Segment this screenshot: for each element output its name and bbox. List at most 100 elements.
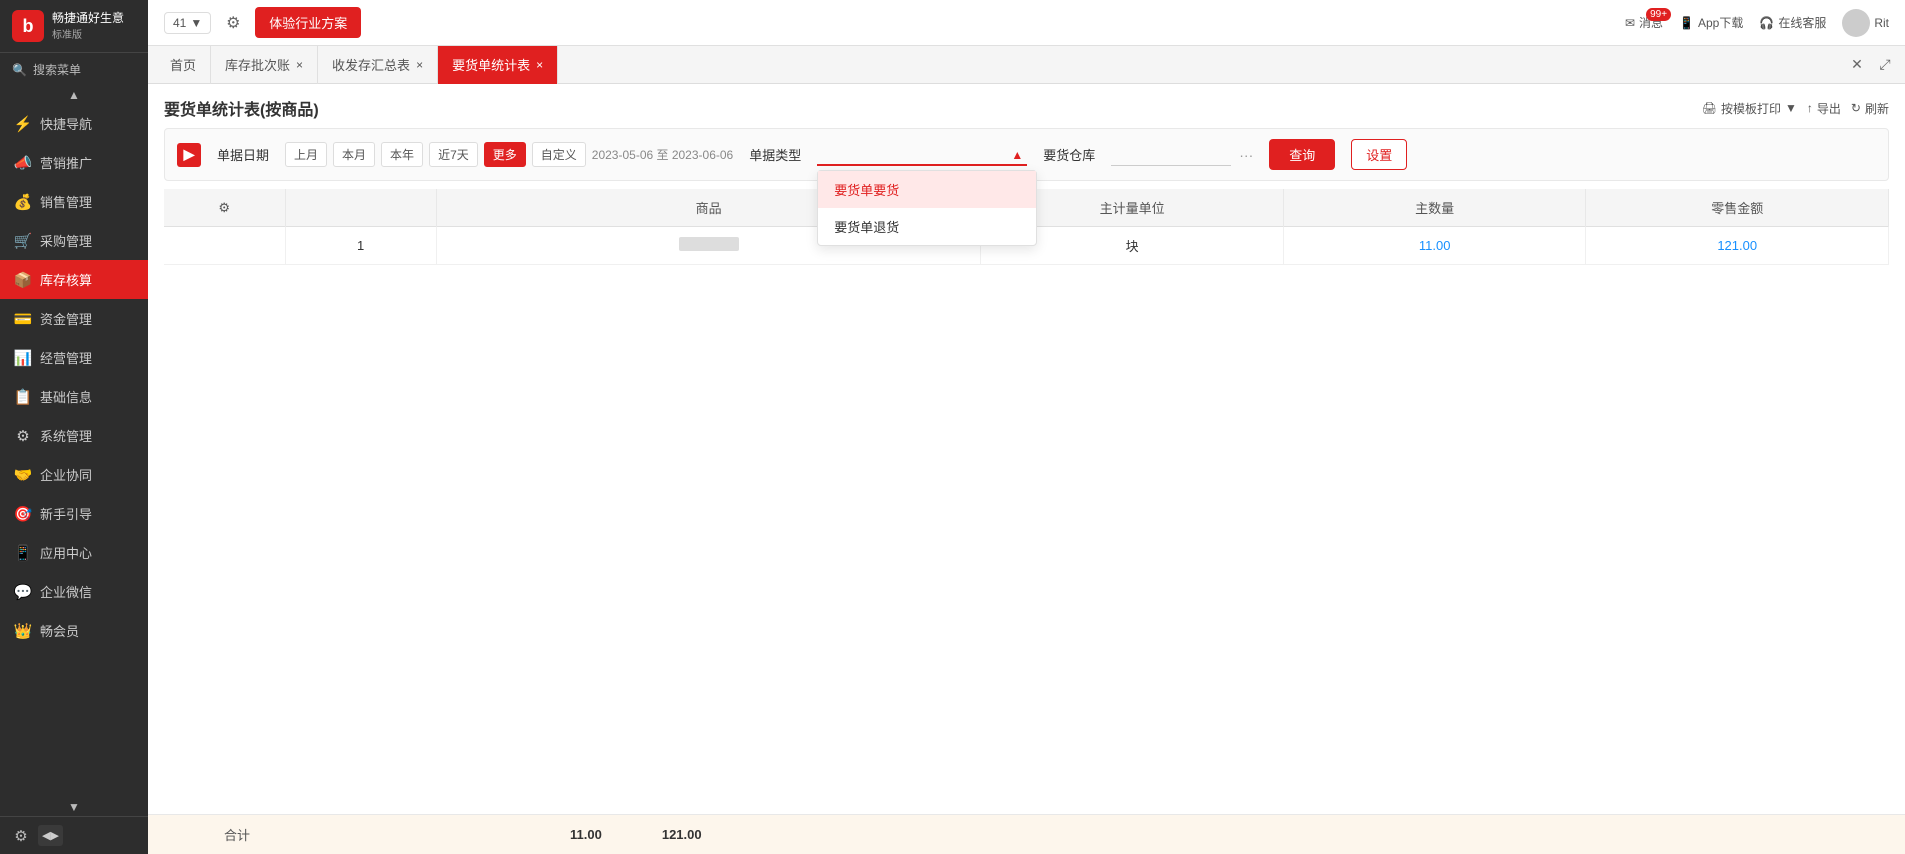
tab-order-summary[interactable]: 要货单统计表 ×: [438, 46, 558, 84]
tab-close-all-btn[interactable]: ✕: [1845, 53, 1869, 77]
print-template-btn[interactable]: 🖨 按模板打印 ▼: [1702, 100, 1797, 117]
sidebar-item-label: 企业微信: [40, 582, 92, 601]
sidebar-item-marketing[interactable]: 📣 营销推广: [0, 143, 148, 182]
user-avatar-action[interactable]: Rit: [1842, 9, 1889, 37]
tab-inventory-batch[interactable]: 库存批次账 ×: [211, 46, 318, 84]
sidebar-item-label: 经营管理: [40, 348, 92, 367]
type-filter-section: ▲ 要货单要货 要货单退货: [817, 143, 1027, 166]
message-icon: ✉: [1625, 16, 1635, 30]
sidebar-search[interactable]: 🔍 搜索菜单: [0, 53, 148, 86]
tab-inventory-batch-label: 库存批次账: [225, 55, 290, 74]
company-name: 41: [173, 16, 186, 30]
td-quantity[interactable]: 11.00: [1283, 227, 1586, 265]
sidebar-item-label: 企业协同: [40, 465, 92, 484]
operations-icon: 📊: [14, 349, 32, 367]
dropdown-item-order-goods[interactable]: 要货单要货: [818, 171, 1036, 208]
this-month-btn[interactable]: 本月: [333, 142, 375, 167]
sidebar-item-basic[interactable]: 📋 基础信息: [0, 377, 148, 416]
sidebar-item-inventory[interactable]: 📦 库存核算: [0, 260, 148, 299]
tab-receivable-summary[interactable]: 收发存汇总表 ×: [318, 46, 438, 84]
purchase-icon: 🛒: [14, 232, 32, 250]
td-settings: [164, 227, 285, 265]
collapse-icon: ◀▶: [42, 829, 59, 842]
sidebar-item-label: 系统管理: [40, 426, 92, 445]
filter-expand-btn[interactable]: ▶: [177, 143, 201, 167]
topbar: 41 ▼ ⚙ 体验行业方案 ✉ 消息 99+ 📱 App下载 🎧 在线客服 R: [148, 0, 1905, 46]
sidebar-item-operations[interactable]: 📊 经营管理: [0, 338, 148, 377]
page-actions: 🖨 按模板打印 ▼ ↑ 导出 ↻ 刷新: [1702, 100, 1889, 117]
sidebar-item-quick-nav[interactable]: ⚡ 快捷导航: [0, 104, 148, 143]
sidebar-item-label: 快捷导航: [40, 114, 92, 133]
export-btn[interactable]: ↑ 导出: [1807, 100, 1841, 117]
query-btn[interactable]: 查询: [1269, 139, 1335, 170]
th-settings[interactable]: ⚙: [164, 189, 285, 227]
sidebar-item-cooperation[interactable]: 🤝 企业协同: [0, 455, 148, 494]
chevron-up-icon: ▲: [68, 88, 80, 102]
tab-home[interactable]: 首页: [156, 46, 211, 84]
sidebar-scroll-up[interactable]: ▲: [0, 86, 148, 104]
filter-row: ▶ 单据日期 上月 本月 本年 近7天 更多 自定义 2023-05-06 至 …: [177, 139, 1876, 170]
th-quantity: 主数量: [1283, 189, 1586, 227]
sidebar-item-member[interactable]: 👑 畅会员: [0, 611, 148, 650]
sidebar-item-label: 库存核算: [40, 270, 92, 289]
sidebar-item-wechat[interactable]: 💬 企业微信: [0, 572, 148, 611]
date-group: 上月 本月 本年 近7天 更多 自定义 2023-05-06 至 2023-06…: [285, 142, 733, 167]
online-service-action[interactable]: 🎧 在线客服: [1759, 14, 1826, 31]
member-icon: 👑: [14, 622, 32, 640]
sidebar-item-appstore[interactable]: 📱 应用中心: [0, 533, 148, 572]
dropdown-item-order-return[interactable]: 要货单退货: [818, 208, 1036, 245]
warehouse-ellipsis-btn[interactable]: ···: [1239, 147, 1253, 163]
online-service-label: 在线客服: [1778, 14, 1826, 31]
messages-action[interactable]: ✉ 消息 99+: [1625, 14, 1663, 31]
tab-order-summary-close[interactable]: ×: [536, 58, 543, 72]
last-7-days-btn[interactable]: 近7天: [429, 142, 478, 167]
sidebar-item-purchase[interactable]: 🛒 采购管理: [0, 221, 148, 260]
warehouse-filter-label: 要货仓库: [1043, 145, 1095, 164]
tab-inventory-batch-close[interactable]: ×: [296, 58, 303, 72]
sidebar-collapse-btn[interactable]: ◀▶: [38, 825, 63, 846]
basic-icon: 📋: [14, 388, 32, 406]
logo-sub: 标准版: [52, 26, 124, 41]
this-year-btn[interactable]: 本年: [381, 142, 423, 167]
warehouse-group: ···: [1111, 144, 1253, 166]
td-amount[interactable]: 121.00: [1586, 227, 1889, 265]
sidebar-scroll-down[interactable]: ▼: [0, 798, 148, 816]
refresh-icon: ↻: [1851, 101, 1861, 115]
custom-date-btn[interactable]: 自定义: [532, 142, 586, 167]
sidebar-logo: b 畅捷通好生意 标准版: [0, 0, 148, 53]
settings-btn[interactable]: 设置: [1351, 139, 1407, 170]
warehouse-input[interactable]: [1111, 144, 1231, 166]
more-btn[interactable]: 更多: [484, 142, 526, 167]
trial-btn[interactable]: 体验行业方案: [255, 7, 361, 38]
sales-icon: 💰: [14, 193, 32, 211]
summary-row: 合计 11.00 121.00: [148, 814, 1905, 854]
type-input-container: ▲: [817, 143, 1027, 166]
type-dropdown-arrow[interactable]: ▲: [1011, 148, 1023, 162]
sidebar-item-guide[interactable]: 🎯 新手引导: [0, 494, 148, 533]
logo-icon: b: [12, 10, 44, 42]
topbar-settings-icon[interactable]: ⚙: [219, 9, 247, 37]
topbar-right: ✉ 消息 99+ 📱 App下载 🎧 在线客服 Rit: [1625, 9, 1889, 37]
sidebar-item-system[interactable]: ⚙ 系统管理: [0, 416, 148, 455]
finance-icon: 💳: [14, 310, 32, 328]
summary-amount: 121.00: [662, 827, 702, 842]
company-selector-arrow: ▼: [190, 16, 202, 30]
tab-expand-btn[interactable]: ⤢: [1873, 53, 1897, 77]
tab-receivable-summary-close[interactable]: ×: [416, 58, 423, 72]
sidebar-item-finance[interactable]: 💳 资金管理: [0, 299, 148, 338]
type-input[interactable]: [817, 143, 1027, 166]
sidebar-item-label: 基础信息: [40, 387, 92, 406]
refresh-btn[interactable]: ↻ 刷新: [1851, 100, 1889, 117]
system-icon: ⚙: [14, 427, 32, 445]
cooperation-icon: 🤝: [14, 466, 32, 484]
appstore-icon: 📱: [14, 544, 32, 562]
sidebar-item-sales[interactable]: 💰 销售管理: [0, 182, 148, 221]
app-download-action[interactable]: 📱 App下载: [1679, 14, 1743, 31]
sidebar-nav: ⚡ 快捷导航 📣 营销推广 💰 销售管理 🛒 采购管理 📦 库存核算 💳 资金管…: [0, 104, 148, 798]
sidebar: b 畅捷通好生意 标准版 🔍 搜索菜单 ▲ ⚡ 快捷导航 📣 营销推广 💰 销售…: [0, 0, 148, 854]
settings-icon[interactable]: ⚙: [12, 827, 30, 845]
company-selector[interactable]: 41 ▼: [164, 12, 211, 34]
tabs-bar: 首页 库存批次账 × 收发存汇总表 × 要货单统计表 × ✕ ⤢: [148, 46, 1905, 84]
last-month-btn[interactable]: 上月: [285, 142, 327, 167]
search-icon: 🔍: [12, 63, 27, 77]
